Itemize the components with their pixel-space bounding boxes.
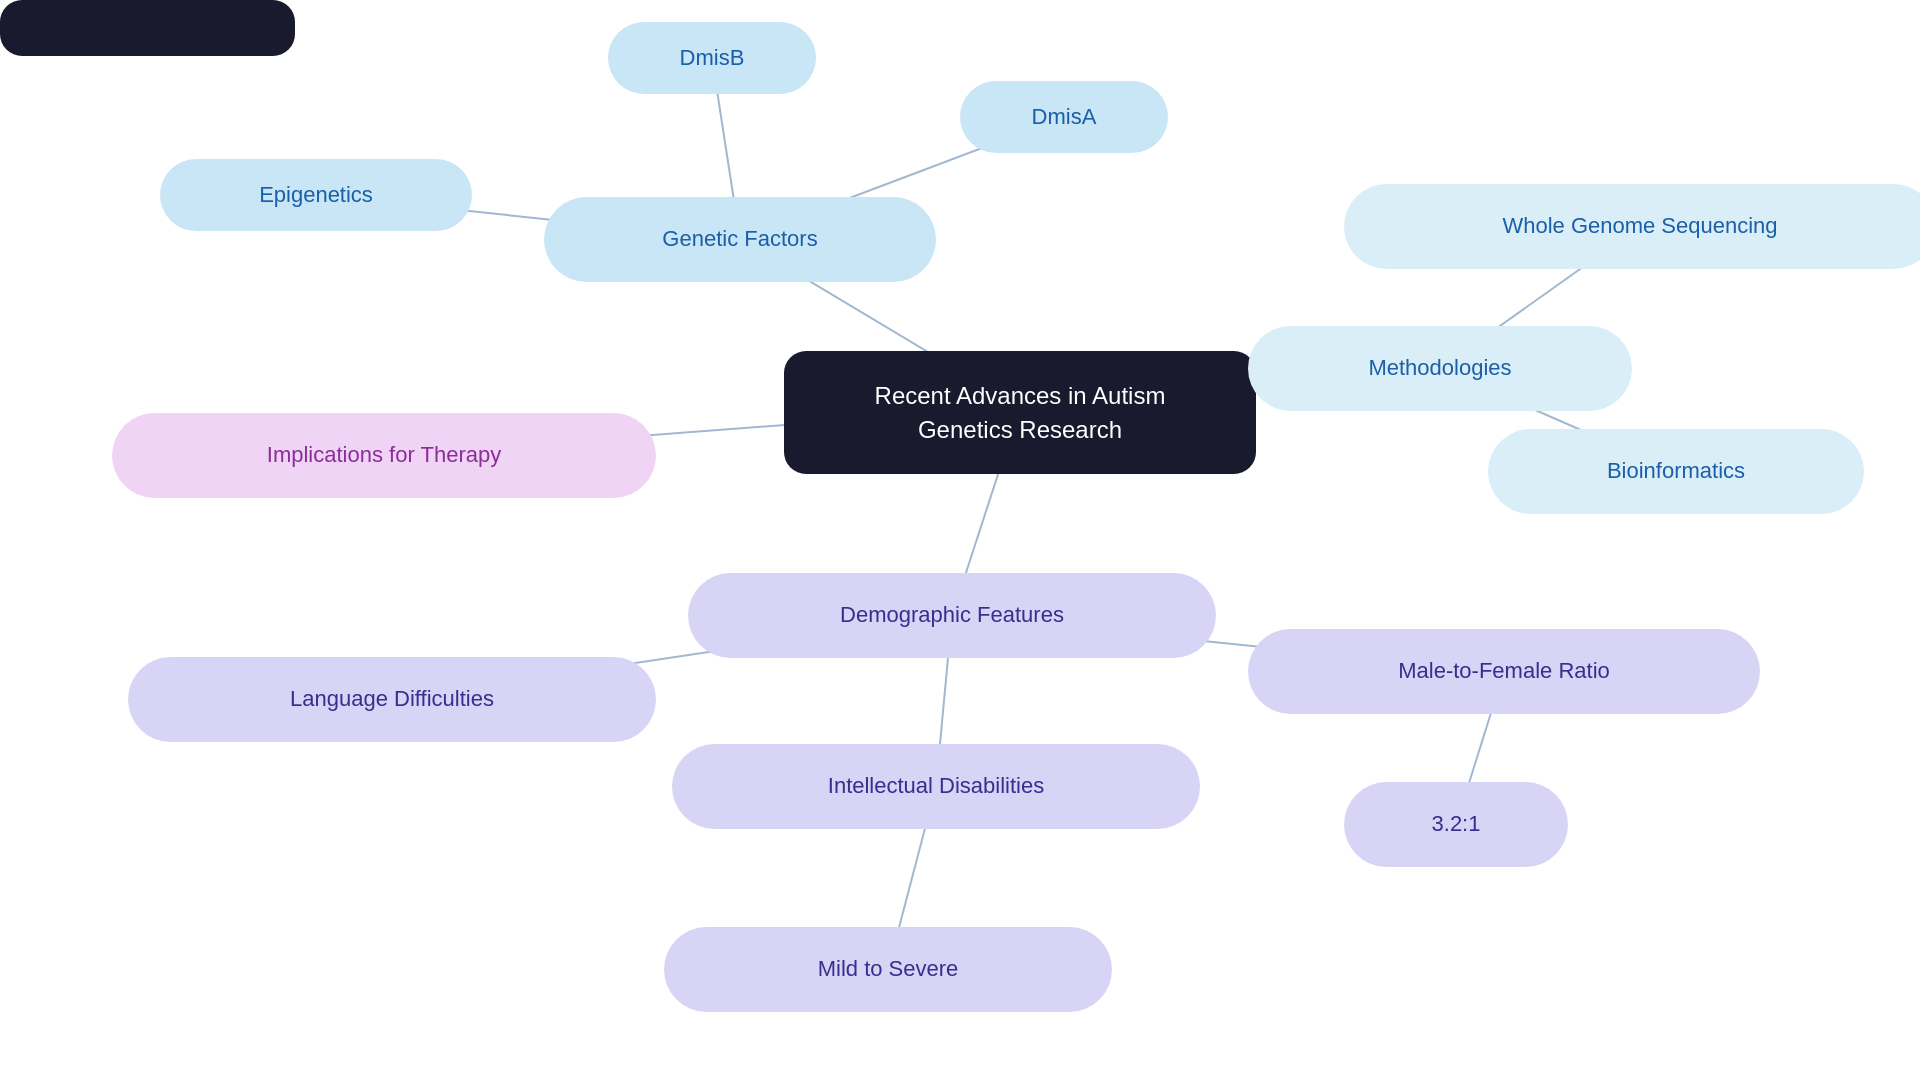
male_female-node[interactable]: Male-to-Female Ratio [1248,629,1760,714]
dmisb-label: DmisB [680,43,745,74]
center-node[interactable] [0,0,295,56]
bioinformatics-node[interactable]: Bioinformatics [1488,429,1864,514]
implications-node[interactable]: Implications for Therapy [112,413,656,498]
epigenetics-label: Epigenetics [259,180,373,211]
male_female-label: Male-to-Female Ratio [1398,656,1610,687]
language-node[interactable]: Language Difficulties [128,657,656,742]
dmisb-node[interactable]: DmisB [608,22,816,94]
mild_severe-node[interactable]: Mild to Severe [664,927,1112,1012]
genetic_factors-node[interactable]: Genetic Factors [544,197,936,282]
dmisa-node[interactable]: DmisA [960,81,1168,153]
intellectual-node[interactable]: Intellectual Disabilities [672,744,1200,829]
intellectual-label: Intellectual Disabilities [828,771,1044,802]
center-label: Recent Advances in Autism Genetics Resea… [875,379,1166,446]
ratio-node[interactable]: 3.2:1 [1344,782,1568,867]
whole_genome-label: Whole Genome Sequencing [1502,211,1777,242]
epigenetics-node[interactable]: Epigenetics [160,159,472,231]
language-label: Language Difficulties [290,684,494,715]
methodologies-label: Methodologies [1368,353,1511,384]
bioinformatics-label: Bioinformatics [1607,456,1745,487]
demographic-label: Demographic Features [840,600,1064,631]
center-node[interactable]: Recent Advances in Autism Genetics Resea… [784,351,1256,474]
implications-label: Implications for Therapy [267,440,501,471]
whole_genome-node[interactable]: Whole Genome Sequencing [1344,184,1920,269]
dmisa-label: DmisA [1032,102,1097,133]
demographic-node[interactable]: Demographic Features [688,573,1216,658]
mild_severe-label: Mild to Severe [818,954,959,985]
methodologies-node[interactable]: Methodologies [1248,326,1632,411]
ratio-label: 3.2:1 [1432,809,1481,840]
genetic_factors-label: Genetic Factors [662,224,817,255]
